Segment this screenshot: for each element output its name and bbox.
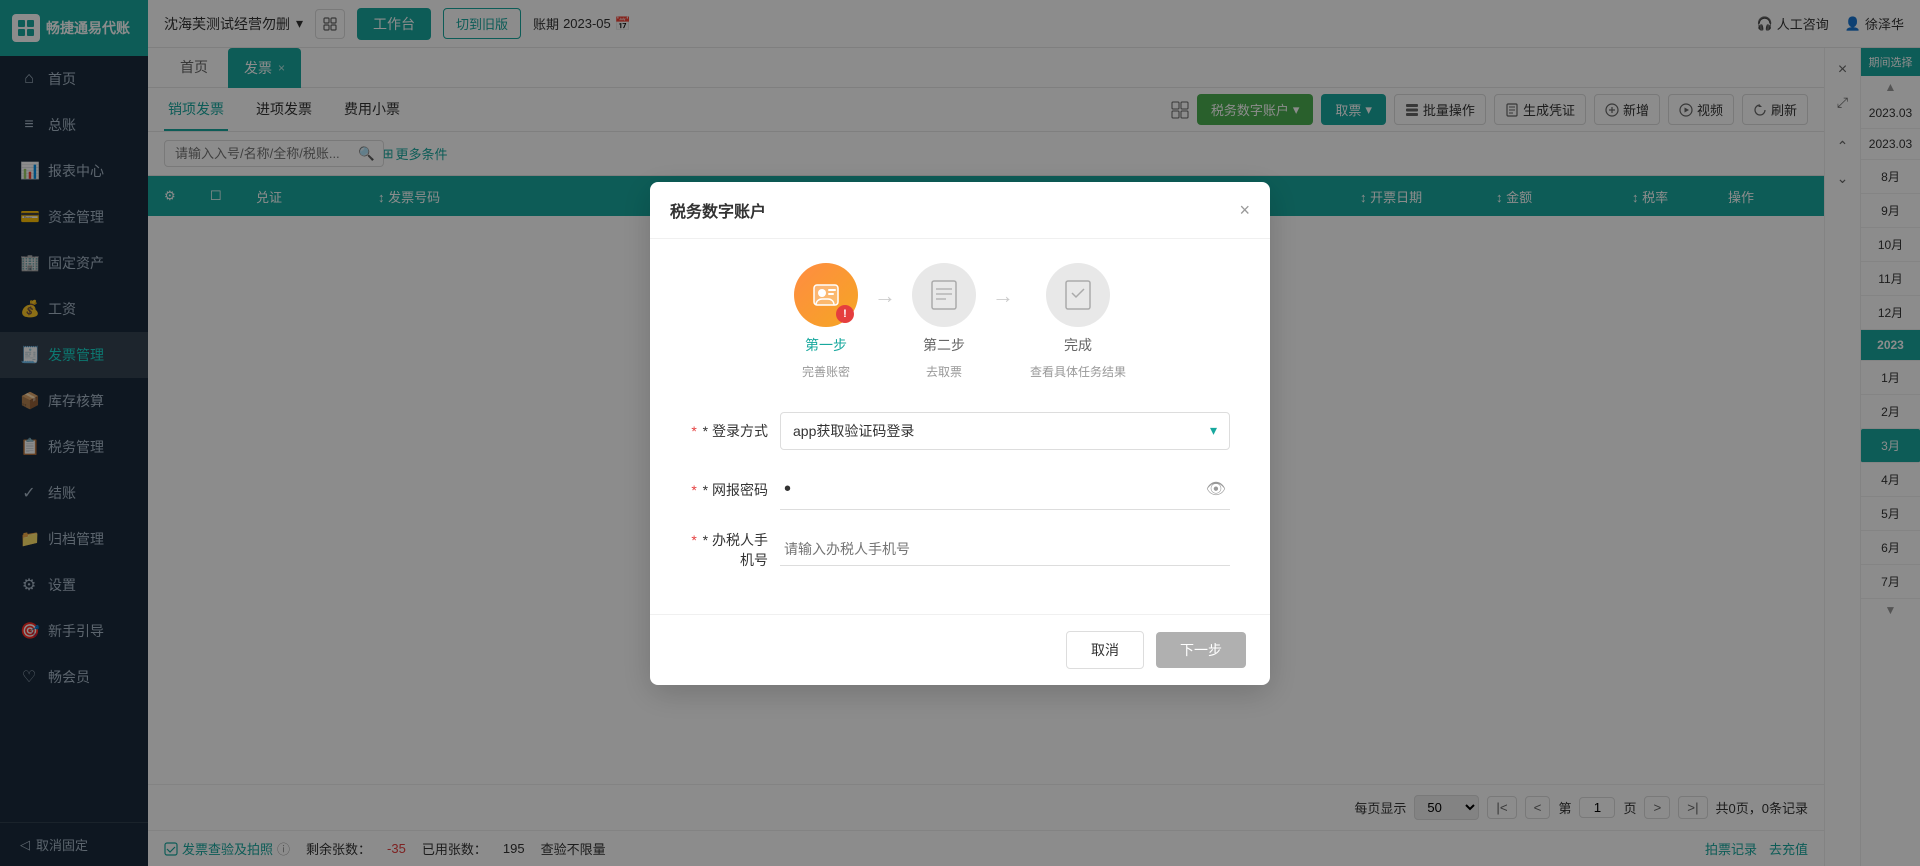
next-button[interactable]: 下一步 xyxy=(1156,632,1246,668)
login-method-select[interactable]: app获取验证码登录 ▾ xyxy=(780,412,1230,450)
step-1-icon: ! xyxy=(794,263,858,327)
tax-digital-dialog: 税务数字账户 × ! xyxy=(650,182,1270,685)
login-method-field: * 登录方式 app获取验证码登录 ▾ xyxy=(690,412,1230,450)
step-3: 完成 查看具体任务结果 xyxy=(1030,263,1126,380)
dialog-title: 税务数字账户 xyxy=(670,198,766,222)
taxpayer-phone-control xyxy=(780,533,1230,566)
dialog-body: ! 第一步 完善账密 → xyxy=(650,239,1270,614)
taxpayer-phone-input[interactable] xyxy=(780,533,1230,566)
step-1-label: 第一步 xyxy=(805,335,847,355)
password-eye-icon[interactable]: 👁 xyxy=(1206,479,1226,499)
step-arrow-1: → xyxy=(858,283,912,309)
password-control: • 👁 xyxy=(780,470,1230,510)
step-1-desc: 完善账密 xyxy=(802,363,850,380)
step-3-desc: 查看具体任务结果 xyxy=(1030,363,1126,380)
step-3-label: 完成 xyxy=(1064,335,1092,355)
steps: ! 第一步 完善账密 → xyxy=(690,263,1230,380)
password-input-container: • 👁 xyxy=(780,470,1230,510)
step-3-icon xyxy=(1046,263,1110,327)
login-method-chevron-icon: ▾ xyxy=(1210,422,1217,439)
password-dots: • xyxy=(784,478,795,501)
password-field: * 网报密码 • 👁 xyxy=(690,470,1230,510)
dialog-close-button[interactable]: × xyxy=(1239,201,1250,219)
cancel-button[interactable]: 取消 xyxy=(1066,631,1144,669)
step-2-icon xyxy=(912,263,976,327)
login-method-label: * 登录方式 xyxy=(690,421,780,441)
login-method-control: app获取验证码登录 ▾ xyxy=(780,412,1230,450)
dialog-header: 税务数字账户 × xyxy=(650,182,1270,239)
dialog-form: * 登录方式 app获取验证码登录 ▾ * 网报密码 xyxy=(690,412,1230,570)
dialog-footer: 取消 下一步 xyxy=(650,614,1270,685)
modal-overlay: 税务数字账户 × ! xyxy=(0,0,1920,866)
step-2-label: 第二步 xyxy=(923,335,965,355)
step-2-desc: 去取票 xyxy=(926,363,962,380)
step-1: ! 第一步 完善账密 xyxy=(794,263,858,380)
password-label: * 网报密码 xyxy=(690,480,780,500)
step-arrow-2: → xyxy=(976,283,1030,309)
step-2: 第二步 去取票 xyxy=(912,263,976,380)
taxpayer-phone-field: * 办税人手机号 xyxy=(690,530,1230,570)
step-1-error-badge: ! xyxy=(836,305,854,323)
login-method-value: app获取验证码登录 xyxy=(793,421,914,441)
taxpayer-phone-label: * 办税人手机号 xyxy=(690,530,780,570)
